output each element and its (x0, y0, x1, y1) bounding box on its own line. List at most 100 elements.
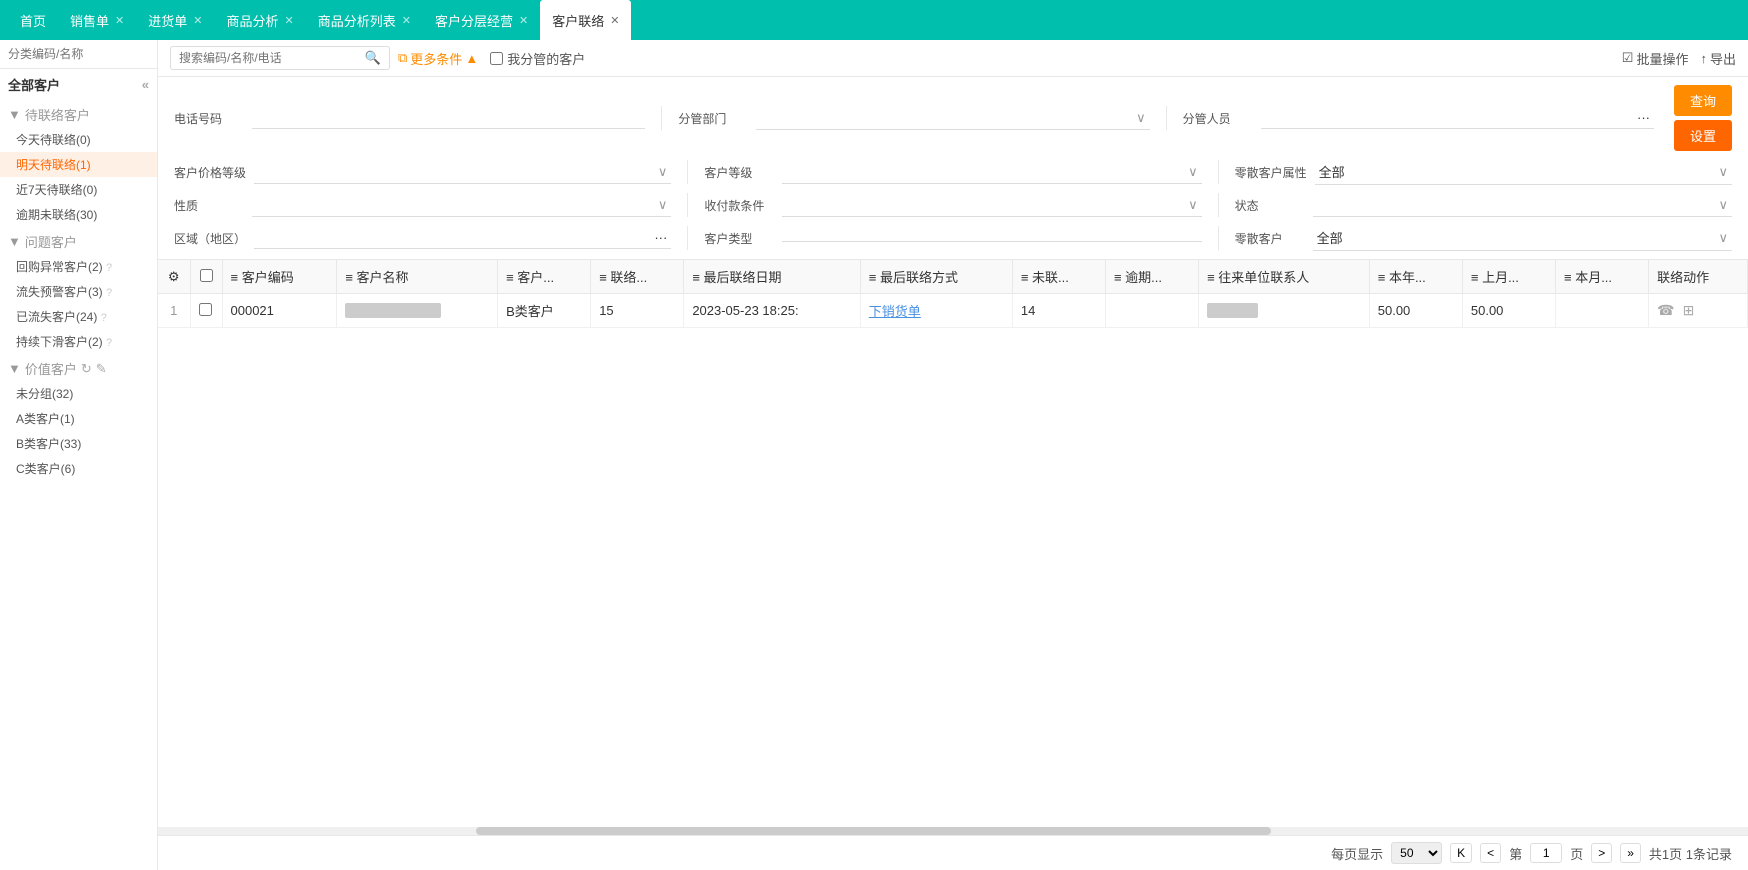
th-contacts: ≡ 联络... (591, 260, 684, 294)
row-check[interactable] (199, 303, 212, 316)
close-icon[interactable]: ✕ (402, 14, 411, 27)
more-icon[interactable]: ··· (654, 230, 667, 245)
collapse-icon[interactable]: « (142, 77, 149, 92)
sidebar-item-declining[interactable]: 持续下滑客户(2) ? (0, 329, 157, 354)
first-page-btn[interactable]: K (1450, 843, 1472, 863)
search-input[interactable] (179, 51, 365, 65)
all-customers-header[interactable]: 全部客户 « (0, 69, 157, 100)
close-icon[interactable]: ✕ (519, 14, 528, 27)
arrow-icon: ▼ (8, 107, 21, 122)
sidebar-item-ungrouped[interactable]: 未分组(32) (0, 381, 157, 406)
nav-home[interactable]: 首页 (8, 0, 58, 40)
phone-icon[interactable]: ☎ (1657, 302, 1674, 319)
main-layout: 🔍 全部客户 « ▼ 待联络客户 今天待联络(0) 明天待联络(1) 近7天待联… (0, 40, 1748, 870)
td-not-contacted: 14 (1012, 294, 1105, 328)
search-icon[interactable]: 🔍 (365, 50, 381, 66)
filter-status-label: 状态 (1235, 197, 1305, 214)
filter-payment: 收付款条件 ∨ (704, 194, 1201, 217)
nav-purchase[interactable]: 进货单 ✕ (136, 0, 214, 40)
scrollbar-thumb[interactable] (476, 827, 1271, 835)
sidebar-item-overdue[interactable]: 逾期未联络(30) (0, 202, 157, 227)
more-icon[interactable]: ··· (1637, 110, 1650, 125)
last-page-btn[interactable]: » (1620, 843, 1641, 863)
th-last-date: ≡ 最后联络日期 (684, 260, 860, 294)
th-last-month: ≡ 上月... (1462, 260, 1555, 294)
sidebar-item-today[interactable]: 今天待联络(0) (0, 127, 157, 152)
filter-icon: ⧉ (398, 50, 407, 66)
td-last-month: 50.00 (1462, 294, 1555, 328)
filter-retail-attr-select[interactable]: 全部 ∨ (1315, 159, 1732, 185)
filter-retail-select[interactable]: 全部 ∨ (1313, 225, 1732, 251)
filter-person-select[interactable]: ··· (1261, 107, 1654, 129)
next-page-btn[interactable]: > (1591, 843, 1612, 863)
page-label: 第 (1509, 844, 1522, 863)
divider (1218, 226, 1219, 250)
filter-status: 状态 ∨ (1235, 194, 1732, 217)
sidebar-group-problem: ▼ 问题客户 (0, 227, 157, 254)
td-last-method: 下销货单 (860, 294, 1012, 328)
filter-phone-label: 电话号码 (174, 110, 244, 127)
filter-price-level-select[interactable]: ∨ (254, 161, 671, 184)
page-size-select[interactable]: 50 100 200 (1391, 842, 1442, 864)
nav-product-analysis[interactable]: 商品分析 ✕ (214, 0, 305, 40)
batch-btn[interactable]: ☑ 批量操作 (1622, 49, 1689, 68)
chevron-down-icon: ∨ (658, 197, 668, 213)
set-btn[interactable]: 设置 (1674, 120, 1732, 151)
filter-dept-select[interactable]: ∨ (756, 107, 1149, 130)
filter-region-label: 区域（地区） (174, 230, 246, 247)
filter-customer-type-label: 客户类型 (704, 230, 774, 247)
sidebar-item-7days[interactable]: 近7天待联络(0) (0, 177, 157, 202)
query-btn[interactable]: 查询 (1674, 85, 1732, 116)
sidebar-item-lost[interactable]: 已流失客户(24) ? (0, 304, 157, 329)
export-btn[interactable]: ↑ 导出 (1700, 49, 1736, 68)
filter-price-level-label: 客户价格等级 (174, 164, 246, 181)
check-all[interactable] (200, 269, 213, 282)
th-check (190, 260, 222, 294)
th-type: ≡ 客户... (498, 260, 591, 294)
filter-row-4: 区域（地区） ··· 客户类型 零散客户 (174, 225, 1732, 251)
sidebar-item-risk[interactable]: 流失预警客户(3) ? (0, 279, 157, 304)
table-row: 1 000021 ██████ B类客户 15 2023-05-23 18:25… (158, 294, 1748, 328)
filter-customer-level-select[interactable]: ∨ (782, 161, 1201, 184)
sidebar-search-input[interactable] (8, 47, 158, 61)
th-settings[interactable]: ⚙ (158, 260, 190, 294)
close-icon[interactable]: ✕ (115, 14, 124, 27)
nav-sales[interactable]: 销售单 ✕ (58, 0, 136, 40)
page-size-label: 每页显示 (1331, 844, 1383, 863)
last-method-link[interactable]: 下销货单 (869, 304, 921, 319)
nav-customer-tier[interactable]: 客户分层经营 ✕ (423, 0, 540, 40)
nav-customer-contact[interactable]: 客户联络 ✕ (540, 0, 631, 40)
filter-payment-select[interactable]: ∨ (782, 194, 1201, 217)
horizontal-scrollbar[interactable] (158, 827, 1748, 835)
filter-nature: 性质 ∨ (174, 194, 671, 217)
my-customers-checkbox-wrap: 我分管的客户 (490, 49, 585, 68)
filter-customer-level-label: 客户等级 (704, 164, 774, 181)
sidebar-item-a-class[interactable]: A类客户(1) (0, 406, 157, 431)
filter-customer-type-select[interactable] (782, 235, 1201, 242)
prev-page-btn[interactable]: < (1480, 843, 1501, 863)
my-customers-checkbox[interactable] (490, 52, 503, 65)
page-unit: 页 (1570, 844, 1583, 863)
sidebar-item-tomorrow[interactable]: 明天待联络(1) (0, 152, 157, 177)
filter-nature-select[interactable]: ∨ (252, 194, 671, 217)
sidebar-group-pending: ▼ 待联络客户 (0, 100, 157, 127)
more-filter-btn[interactable]: ⧉ 更多条件 ▲ (398, 49, 478, 68)
th-not-contacted: ≡ 未联... (1012, 260, 1105, 294)
close-icon[interactable]: ✕ (610, 14, 619, 27)
td-this-year: 50.00 (1369, 294, 1462, 328)
sidebar-item-abnormal[interactable]: 回购异常客户(2) ? (0, 254, 157, 279)
filter-price-level: 客户价格等级 ∨ (174, 161, 671, 184)
td-type: B类客户 (498, 294, 591, 328)
grid-icon[interactable]: ⊞ (1683, 302, 1695, 319)
close-icon[interactable]: ✕ (285, 14, 294, 27)
chevron-down-icon: ∨ (658, 164, 668, 180)
filter-region-select[interactable]: ··· (254, 227, 671, 249)
sidebar-item-c-class[interactable]: C类客户(6) (0, 456, 157, 481)
sidebar-item-b-class[interactable]: B类客户(33) (0, 431, 157, 456)
close-icon[interactable]: ✕ (193, 14, 202, 27)
filter-status-select[interactable]: ∨ (1313, 194, 1732, 217)
filter-retail-attr-label: 零散客户属性 (1235, 164, 1307, 181)
nav-product-list[interactable]: 商品分析列表 ✕ (306, 0, 423, 40)
page-input[interactable] (1530, 843, 1562, 863)
filter-phone-input[interactable] (252, 108, 645, 129)
